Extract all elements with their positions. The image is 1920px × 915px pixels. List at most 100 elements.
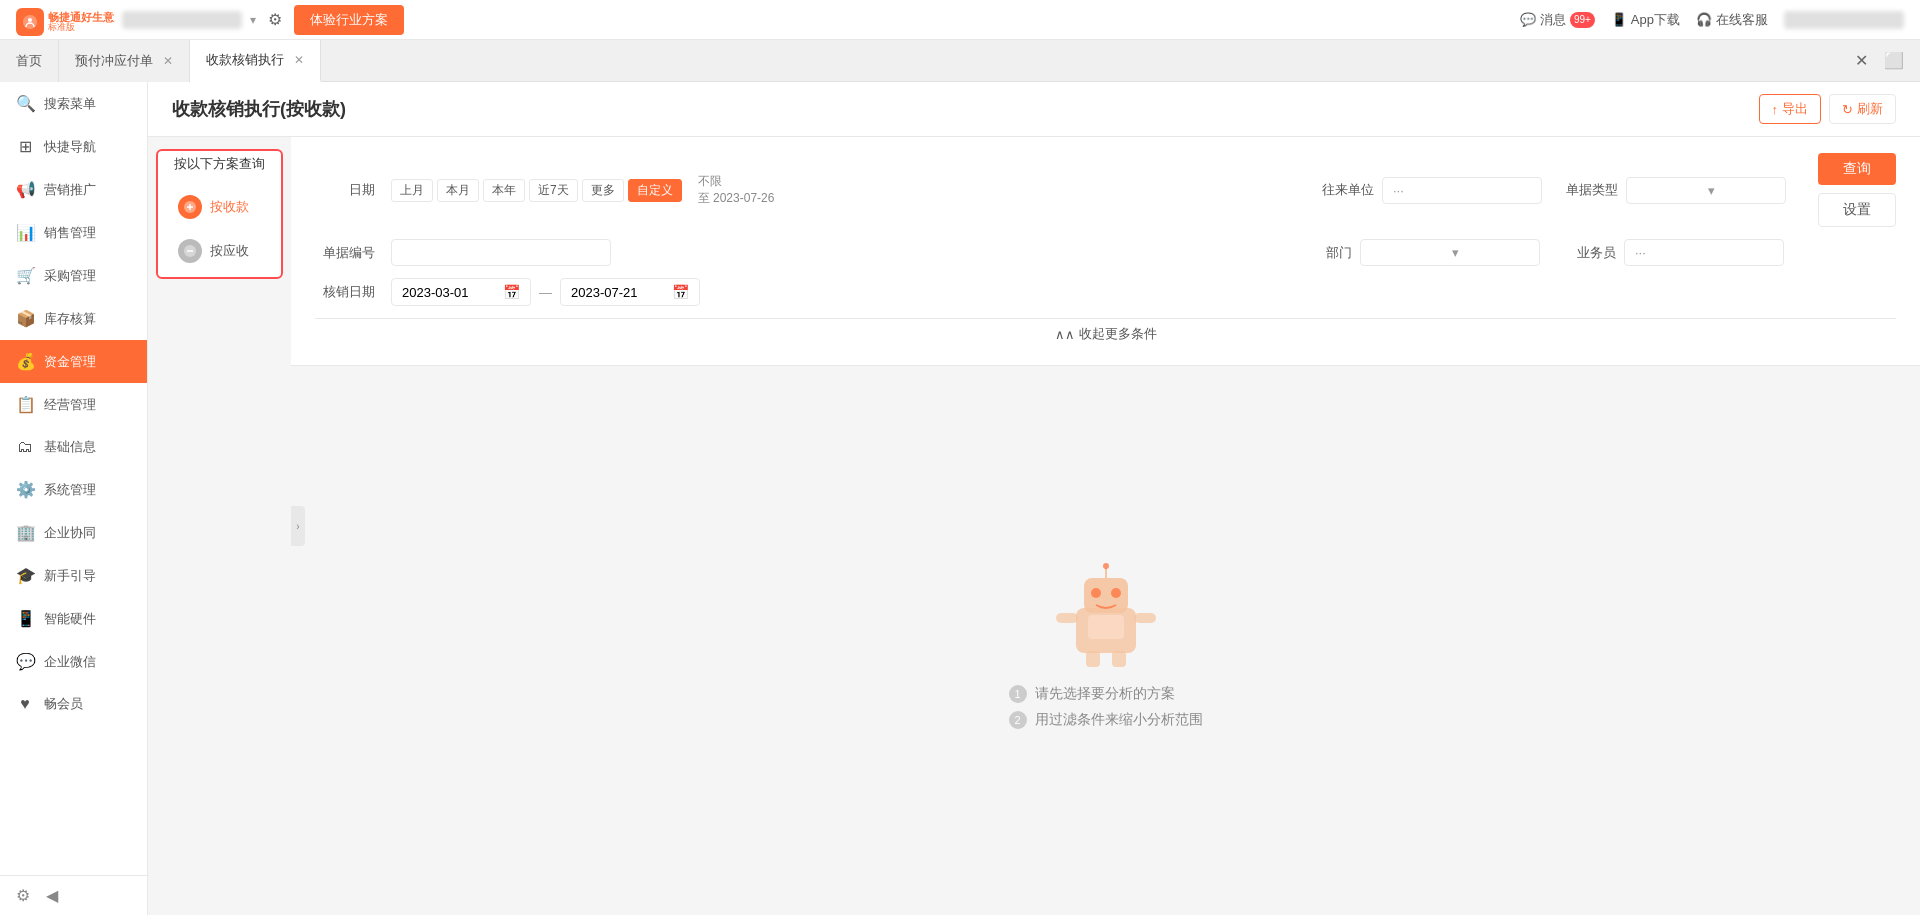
sidebar-item-guide[interactable]: 🎓 新手引导 <box>0 554 147 597</box>
sidebar-collapse-icon[interactable]: ◀ <box>46 886 58 905</box>
svg-rect-11 <box>1086 651 1100 667</box>
user-name-blurred <box>1784 11 1904 29</box>
chevron-up-icon: ∧∧ <box>1055 327 1075 342</box>
device-icon: 📱 <box>16 609 34 628</box>
app-download-action[interactable]: 📱 App下载 <box>1611 11 1680 29</box>
page-title: 收款核销执行(按收款) <box>172 97 346 121</box>
phone-icon: 📱 <box>1611 12 1627 27</box>
filter-panel-container: 按以下方案查询 按收款 <box>148 137 291 915</box>
top-bar: 畅捷通好生意 标准版 ▾ ⚙ 体验行业方案 💬 消息 99+ 📱 App下载 🎧… <box>0 0 1920 40</box>
sidebar-item-system[interactable]: ⚙️ 系统管理 <box>0 468 147 511</box>
message-label: 消息 <box>1540 11 1566 29</box>
sidebar-item-sales[interactable]: 📊 销售管理 <box>0 211 147 254</box>
sidebar-item-quick-nav[interactable]: ⊞ 快捷导航 <box>0 125 147 168</box>
settings-button[interactable]: 设置 <box>1818 193 1896 227</box>
folder-icon: 🗂 <box>16 438 34 456</box>
sidebar-item-capital[interactable]: 💰 资金管理 <box>0 340 147 383</box>
staff-select[interactable]: ··· <box>1624 239 1784 266</box>
svg-rect-10 <box>1134 613 1156 623</box>
industry-solution-button[interactable]: 体验行业方案 <box>294 5 404 35</box>
sidebar-item-guide-label: 新手引导 <box>44 567 96 585</box>
sidebar-item-system-label: 系统管理 <box>44 481 96 499</box>
sidebar-item-inventory-label: 库存核算 <box>44 310 96 328</box>
tip-2-num: 2 <box>1009 711 1027 729</box>
box-icon: 📦 <box>16 309 34 328</box>
filter-option-by-receivable-label: 按应收 <box>210 242 249 260</box>
wechat-icon: 💬 <box>16 652 34 671</box>
tip-2-text: 用过滤条件来缩小分析范围 <box>1035 711 1203 729</box>
verify-date-start-input[interactable]: 2023-03-01 📅 <box>391 278 531 306</box>
sidebar-item-marketing[interactable]: 📢 营销推广 <box>0 168 147 211</box>
building-icon: 🏢 <box>16 523 34 542</box>
page-header-actions: ↑ 导出 ↻ 刷新 <box>1759 94 1897 124</box>
system-icon: ⚙️ <box>16 480 34 499</box>
svg-point-0 <box>28 18 32 22</box>
filter-layout: 按以下方案查询 按收款 <box>148 137 1920 915</box>
tab-prepay-close-icon[interactable]: ✕ <box>163 54 173 68</box>
sidebar-item-search-menu[interactable]: 🔍 搜索菜单 <box>0 82 147 125</box>
svg-rect-12 <box>1112 651 1126 667</box>
receivable-icon <box>178 239 202 263</box>
sidebar-item-quick-nav-label: 快捷导航 <box>44 138 96 156</box>
tab-maximize-icon[interactable]: ⬜ <box>1880 47 1908 74</box>
robot-illustration <box>1046 553 1166 673</box>
company-chevron-icon[interactable]: ▾ <box>250 13 256 27</box>
megaphone-icon: 📢 <box>16 180 34 199</box>
sidebar-item-basic-info[interactable]: 🗂 基础信息 <box>0 426 147 468</box>
filter-form: 日期 上月 本月 本年 近7天 更多 自定义 不限 <box>291 137 1920 366</box>
date-btn-7days[interactable]: 近7天 <box>529 179 578 202</box>
message-action[interactable]: 💬 消息 99+ <box>1520 11 1595 29</box>
date-btn-last-month[interactable]: 上月 <box>391 179 433 202</box>
bill-no-input[interactable] <box>391 239 611 266</box>
tab-collection-close-icon[interactable]: ✕ <box>294 53 304 67</box>
date-btn-more[interactable]: 更多 <box>582 179 624 202</box>
sidebar-item-wechat[interactable]: 💬 企业微信 <box>0 640 147 683</box>
date-nolimit-label: 不限 至 2023-07-26 <box>698 173 775 207</box>
sidebar-item-purchase-label: 采购管理 <box>44 267 96 285</box>
calendar-start-icon: 📅 <box>503 284 520 300</box>
sidebar-item-operation-label: 经营管理 <box>44 396 96 414</box>
date-btn-this-month[interactable]: 本月 <box>437 179 479 202</box>
tab-home[interactable]: 首页 <box>0 40 59 82</box>
sidebar: 🔍 搜索菜单 ⊞ 快捷导航 📢 营销推广 📊 销售管理 🛒 采购管理 📦 库存核… <box>0 82 148 915</box>
filter-panel-collapse-button[interactable]: › <box>291 506 305 546</box>
tab-collection[interactable]: 收款核销执行 ✕ <box>190 40 321 82</box>
sidebar-item-smart-hardware[interactable]: 📱 智能硬件 <box>0 597 147 640</box>
export-button[interactable]: ↑ 导出 <box>1759 94 1822 124</box>
staff-label: 业务员 <box>1556 244 1616 262</box>
bill-type-select[interactable]: ▾ <box>1626 177 1786 204</box>
date-btn-custom[interactable]: 自定义 <box>628 179 682 202</box>
tip-1-text: 请先选择要分析的方案 <box>1035 685 1175 703</box>
verify-date-end-input[interactable]: 2023-07-21 📅 <box>560 278 700 306</box>
tip-1-num: 1 <box>1009 685 1027 703</box>
sidebar-item-enterprise[interactable]: 🏢 企业协同 <box>0 511 147 554</box>
tab-close-all-icon[interactable]: ✕ <box>1851 47 1872 74</box>
counterpart-select-dots: ··· <box>1393 183 1531 198</box>
date-range-separator: — <box>539 285 552 300</box>
counterpart-group: 往来单位 ··· <box>1314 177 1542 204</box>
dept-select[interactable]: ▾ <box>1360 239 1540 266</box>
dept-chevron-down-icon: ▾ <box>1452 245 1529 260</box>
svg-rect-13 <box>1088 615 1124 639</box>
sidebar-item-purchase[interactable]: 🛒 采购管理 <box>0 254 147 297</box>
search-icon: 🔍 <box>16 94 34 113</box>
date-btn-this-year[interactable]: 本年 <box>483 179 525 202</box>
filter-panel-header: 按以下方案查询 <box>158 155 281 185</box>
tab-home-label: 首页 <box>16 52 42 70</box>
sidebar-item-operation[interactable]: 📋 经营管理 <box>0 383 147 426</box>
bill-type-label: 单据类型 <box>1558 181 1618 199</box>
sidebar-item-marketing-label: 营销推广 <box>44 181 96 199</box>
query-button[interactable]: 查询 <box>1818 153 1896 185</box>
bill-type-group: 单据类型 ▾ <box>1558 177 1786 204</box>
sidebar-item-inventory[interactable]: 📦 库存核算 <box>0 297 147 340</box>
filter-option-by-collection[interactable]: 按收款 <box>158 185 281 229</box>
sidebar-item-vip[interactable]: ♥ 畅会员 <box>0 683 147 725</box>
refresh-button[interactable]: ↻ 刷新 <box>1829 94 1896 124</box>
collapse-more-button[interactable]: ∧∧ 收起更多条件 <box>315 318 1896 349</box>
counterpart-select[interactable]: ··· <box>1382 177 1542 204</box>
online-service-action[interactable]: 🎧 在线客服 <box>1696 11 1768 29</box>
tab-prepay[interactable]: 预付冲应付单 ✕ <box>59 40 190 82</box>
sidebar-settings-icon[interactable]: ⚙ <box>16 886 30 905</box>
settings-icon[interactable]: ⚙ <box>264 6 286 33</box>
filter-option-by-receivable[interactable]: 按应收 <box>158 229 281 273</box>
